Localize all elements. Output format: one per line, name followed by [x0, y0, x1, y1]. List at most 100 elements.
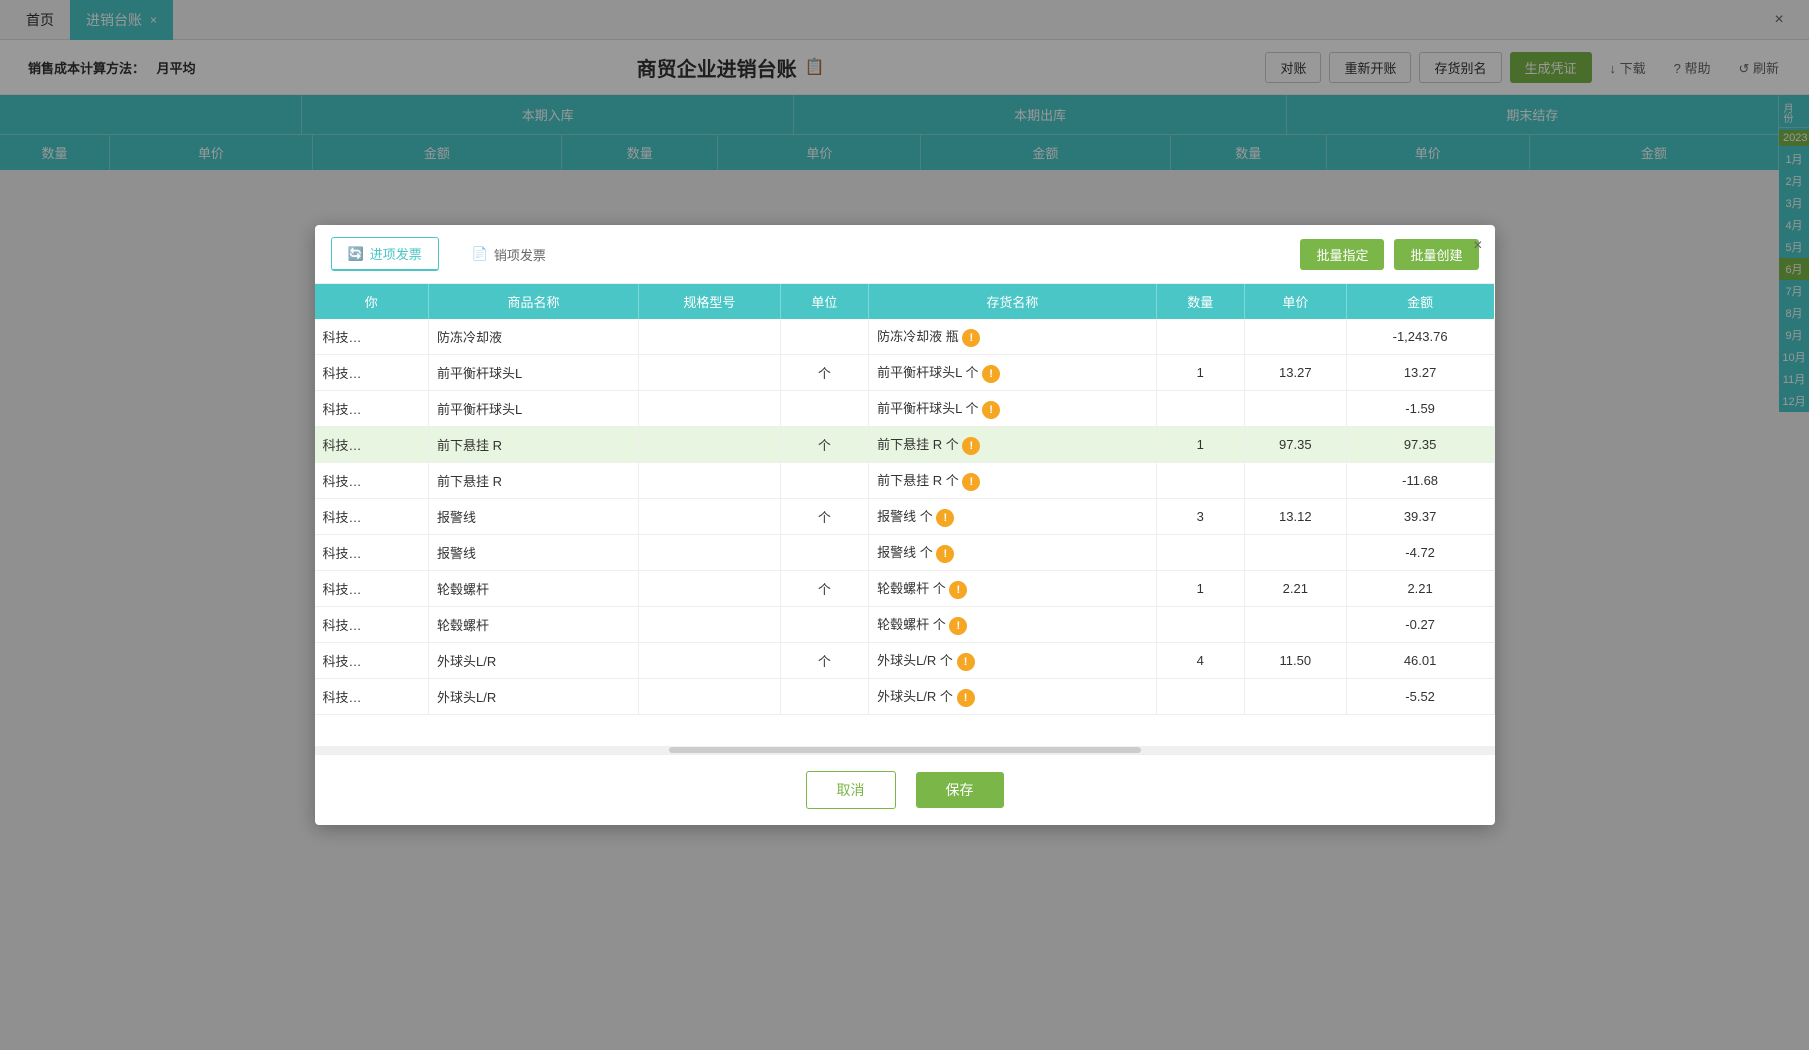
cell-unit-price: [1244, 607, 1346, 643]
tab-purchase-invoice[interactable]: 🔄 进项发票: [331, 237, 439, 271]
cell-quantity: [1156, 463, 1244, 499]
scrollbar-thumb[interactable]: [669, 747, 1141, 753]
cell-spec: [638, 319, 780, 355]
save-button[interactable]: 保存: [916, 772, 1004, 808]
cell-amount: 97.35: [1346, 427, 1494, 463]
cell-amount: 46.01: [1346, 643, 1494, 679]
cell-company: 科技…: [315, 355, 429, 391]
cell-product: 报警线: [429, 499, 639, 535]
cell-inventory: 轮毂螺杆 个 !: [869, 607, 1157, 643]
cell-product: 外球头L/R: [429, 679, 639, 715]
cell-spec: [638, 535, 780, 571]
cell-unit: 个: [780, 427, 868, 463]
cell-product: 轮毂螺杆: [429, 571, 639, 607]
cell-quantity: 1: [1156, 571, 1244, 607]
cell-amount: -1,243.76: [1346, 319, 1494, 355]
cell-quantity: [1156, 535, 1244, 571]
batch-create-button[interactable]: 批量创建: [1394, 239, 1478, 270]
table-row: 科技… 外球头L/R 个 外球头L/R 个 ! 4 11.50 46.01: [315, 643, 1495, 679]
cell-unit-price: [1244, 679, 1346, 715]
cell-unit: [780, 535, 868, 571]
col-product-name: 商品名称: [429, 284, 639, 319]
table-row: 科技… 前下悬挂 R 前下悬挂 R 个 ! -11.68: [315, 463, 1495, 499]
cell-unit: [780, 679, 868, 715]
cell-company: 科技…: [315, 499, 429, 535]
cell-company: 科技…: [315, 643, 429, 679]
cell-company: 科技…: [315, 607, 429, 643]
cell-product: 轮毂螺杆: [429, 607, 639, 643]
cell-product: 防冻冷却液: [429, 319, 639, 355]
table-row: 科技… 前下悬挂 R 个 前下悬挂 R 个 ! 1 97.35 97.35: [315, 427, 1495, 463]
table-row: 科技… 防冻冷却液 防冻冷却液 瓶 ! -1,243.76: [315, 319, 1495, 355]
table-row: 科技… 轮毂螺杆 个 轮毂螺杆 个 ! 1 2.21 2.21: [315, 571, 1495, 607]
cell-inventory: 轮毂螺杆 个 !: [869, 571, 1157, 607]
cell-unit: 个: [780, 571, 868, 607]
col-company: 你: [315, 284, 429, 319]
cell-spec: [638, 499, 780, 535]
batch-assign-button[interactable]: 批量指定: [1300, 239, 1384, 270]
warn-icon: !: [962, 329, 980, 347]
cell-spec: [638, 643, 780, 679]
cell-quantity: [1156, 391, 1244, 427]
cell-amount: -1.59: [1346, 391, 1494, 427]
col-unit-price: 单价: [1244, 284, 1346, 319]
cell-unit: [780, 391, 868, 427]
cell-company: 科技…: [315, 463, 429, 499]
cancel-button[interactable]: 取消: [806, 771, 896, 809]
cell-company: 科技…: [315, 571, 429, 607]
cell-inventory: 外球头L/R 个 !: [869, 643, 1157, 679]
cell-inventory: 前平衡杆球头L 个 !: [869, 391, 1157, 427]
cell-product: 前下悬挂 R: [429, 463, 639, 499]
table-row: 科技… 前平衡杆球头L 前平衡杆球头L 个 ! -1.59: [315, 391, 1495, 427]
col-quantity: 数量: [1156, 284, 1244, 319]
table-row: 科技… 外球头L/R 外球头L/R 个 ! -5.52: [315, 679, 1495, 715]
cell-product: 报警线: [429, 535, 639, 571]
cell-quantity: [1156, 607, 1244, 643]
cell-unit-price: [1244, 391, 1346, 427]
cell-quantity: 1: [1156, 427, 1244, 463]
table-header-row: 你 商品名称 规格型号 单位 存货名称 数量 单价 金额: [315, 284, 1495, 319]
cell-company: 科技…: [315, 427, 429, 463]
cell-inventory: 报警线 个 !: [869, 535, 1157, 571]
col-amount: 金额: [1346, 284, 1494, 319]
horizontal-scrollbar[interactable]: [315, 746, 1495, 754]
warn-icon: !: [957, 653, 975, 671]
cell-product: 前下悬挂 R: [429, 427, 639, 463]
cell-quantity: 4: [1156, 643, 1244, 679]
dialog-footer: 取消 保存: [315, 754, 1495, 825]
cell-spec: [638, 571, 780, 607]
cell-quantity: [1156, 679, 1244, 715]
cell-unit: [780, 463, 868, 499]
warn-icon: !: [962, 473, 980, 491]
warn-icon: !: [936, 509, 954, 527]
warn-icon: !: [957, 689, 975, 707]
cell-unit-price: 13.27: [1244, 355, 1346, 391]
table-row: 科技… 前平衡杆球头L 个 前平衡杆球头L 个 ! 1 13.27 13.27: [315, 355, 1495, 391]
cell-inventory: 前平衡杆球头L 个 !: [869, 355, 1157, 391]
cell-company: 科技…: [315, 679, 429, 715]
cell-unit-price: 11.50: [1244, 643, 1346, 679]
cell-spec: [638, 355, 780, 391]
cell-product: 前平衡杆球头L: [429, 355, 639, 391]
cell-inventory: 防冻冷却液 瓶 !: [869, 319, 1157, 355]
dialog-table-area: 你 商品名称 规格型号 单位 存货名称 数量 单价 金额 科技… 防冻冷却液: [315, 284, 1495, 746]
cell-amount: 2.21: [1346, 571, 1494, 607]
cell-amount: -0.27: [1346, 607, 1494, 643]
cell-quantity: 3: [1156, 499, 1244, 535]
invoice-table-body: 科技… 防冻冷却液 防冻冷却液 瓶 ! -1,243.76 科技… 前平衡杆球头…: [315, 319, 1495, 715]
tab-sales-invoice[interactable]: 📄 销项发票: [455, 238, 563, 271]
dialog-close-button[interactable]: ×: [1473, 237, 1482, 255]
cell-unit-price: [1244, 463, 1346, 499]
col-spec: 规格型号: [638, 284, 780, 319]
col-inventory-name: 存货名称: [869, 284, 1157, 319]
cell-spec: [638, 607, 780, 643]
cell-unit-price: [1244, 319, 1346, 355]
cell-unit-price: 2.21: [1244, 571, 1346, 607]
cell-company: 科技…: [315, 391, 429, 427]
cell-product: 前平衡杆球头L: [429, 391, 639, 427]
cell-spec: [638, 463, 780, 499]
cell-amount: 13.27: [1346, 355, 1494, 391]
cell-amount: 39.37: [1346, 499, 1494, 535]
cell-spec: [638, 679, 780, 715]
cell-amount: -5.52: [1346, 679, 1494, 715]
